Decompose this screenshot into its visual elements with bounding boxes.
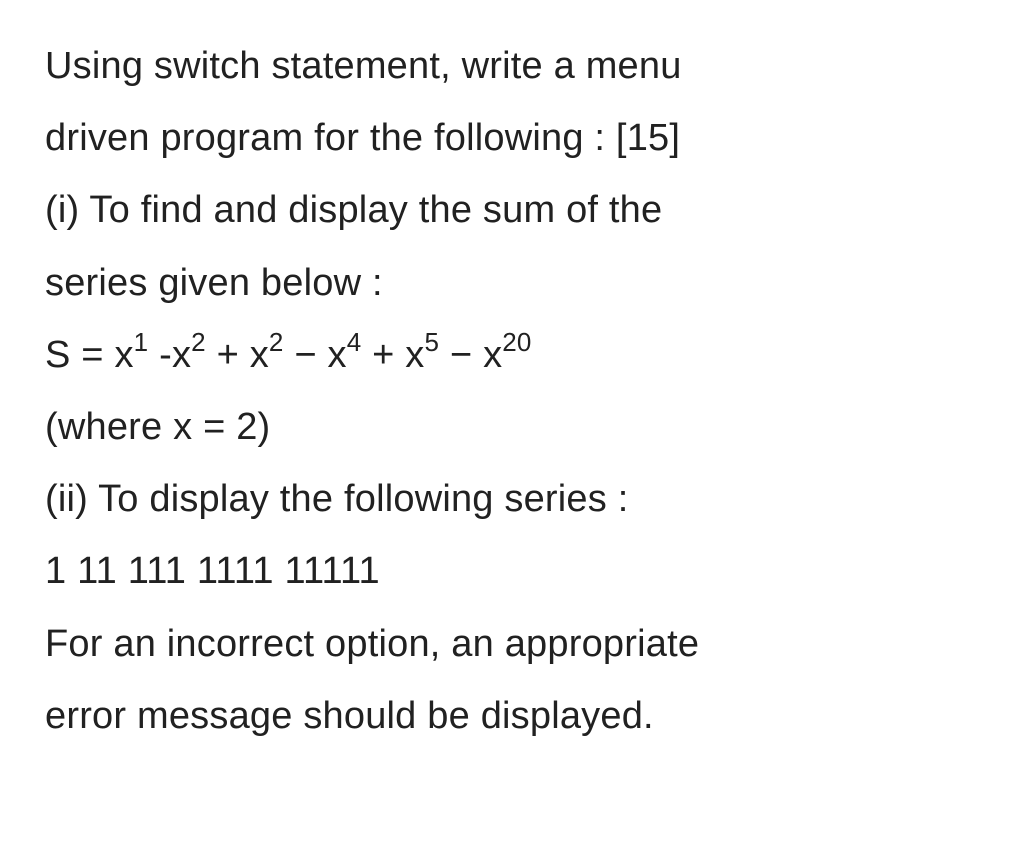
formula-exponent: 2 <box>269 327 284 357</box>
formula-exponent: 4 <box>347 327 362 357</box>
formula-segment: S = x <box>45 334 134 376</box>
error-message-line-2: error message should be displayed. <box>45 680 979 752</box>
formula-line: S = x1 -x2 + x2 − x4 + x5 − x20 <box>45 319 979 391</box>
formula-segment: + x <box>206 334 269 376</box>
where-x-line: (where x = 2) <box>45 391 979 463</box>
question-line-2: driven program for the following : [15] <box>45 102 979 174</box>
formula-segment: − x <box>439 334 502 376</box>
question-part-i-line-2: series given below : <box>45 247 979 319</box>
formula-exponent: 5 <box>424 327 439 357</box>
formula-segment: − x <box>284 334 347 376</box>
series-line: 1 11 111 1111 11111 <box>45 535 979 607</box>
formula-exponent: 2 <box>191 327 206 357</box>
question-part-i-line-1: (i) To find and display the sum of the <box>45 174 979 246</box>
question-line-1: Using switch statement, write a menu <box>45 30 979 102</box>
formula-segment: + x <box>361 334 424 376</box>
error-message-line-1: For an incorrect option, an appropriate <box>45 608 979 680</box>
question-part-ii-line: (ii) To display the following series : <box>45 463 979 535</box>
formula-exponent: 1 <box>134 327 149 357</box>
formula-exponent: 20 <box>502 327 531 357</box>
formula-segment: -x <box>148 334 191 376</box>
